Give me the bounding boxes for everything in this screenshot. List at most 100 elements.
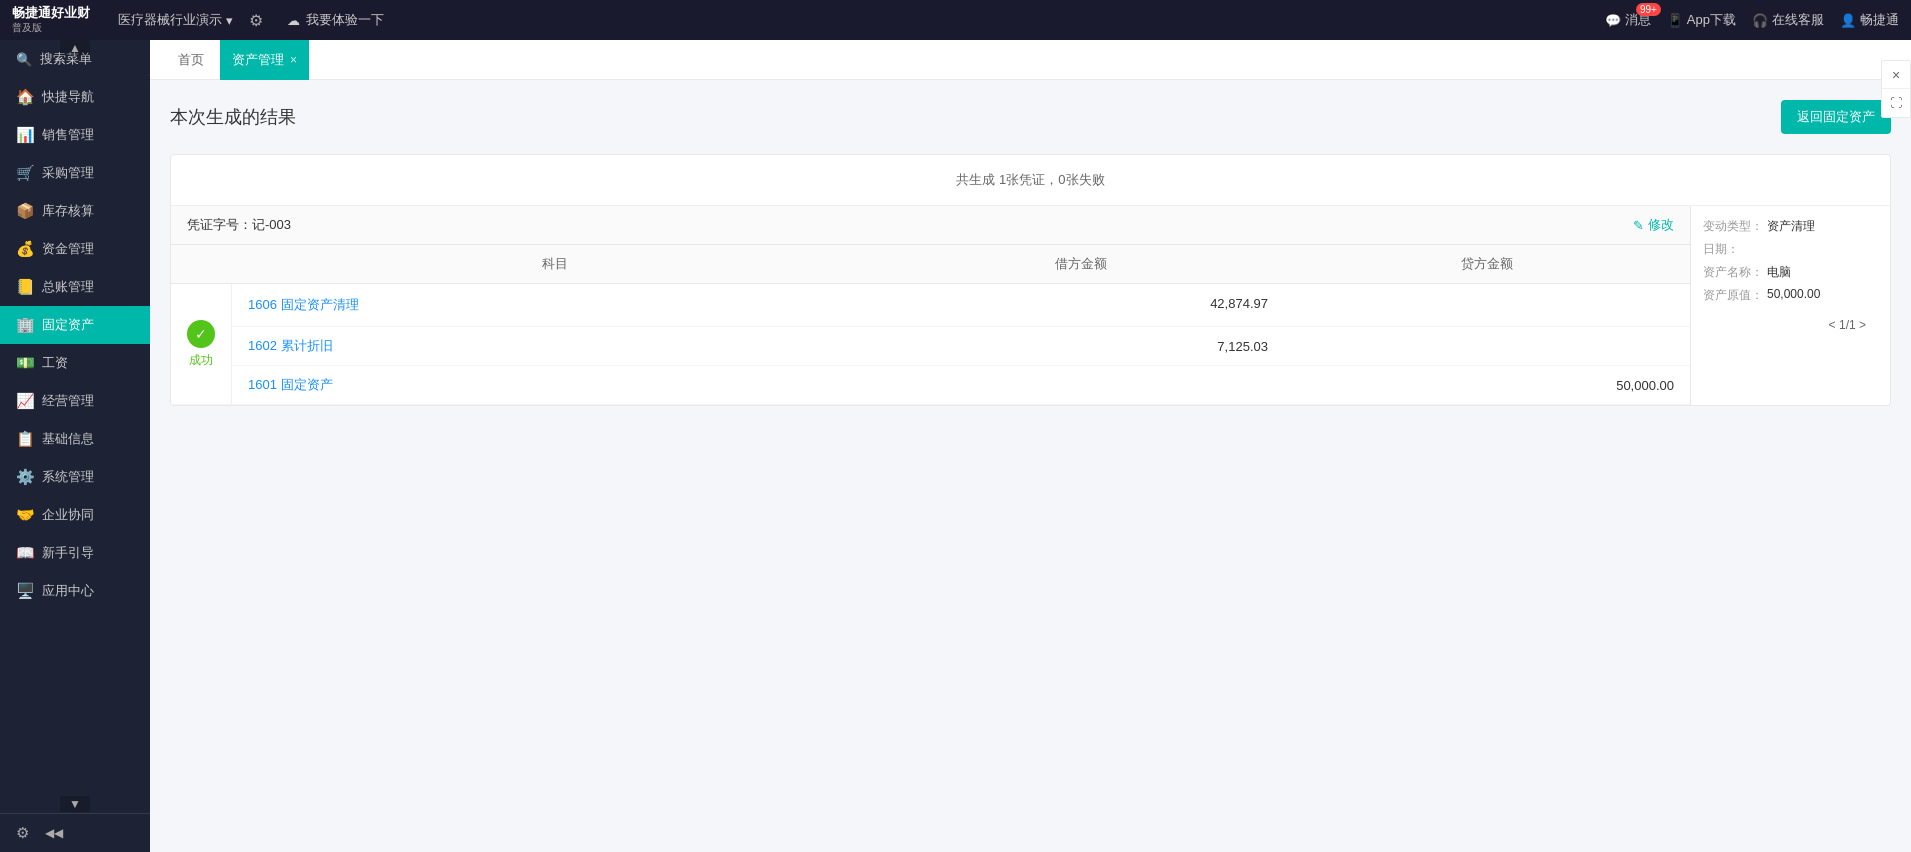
ledger-icon: 📒	[16, 278, 34, 296]
message-icon: 💬	[1605, 13, 1621, 28]
sidebar-item-inventory[interactable]: 📦 库存核算	[0, 192, 150, 230]
next-page-btn[interactable]: >	[1859, 318, 1866, 332]
close-panel-btn[interactable]: ×	[1882, 61, 1910, 89]
enterprise-icon: 🤝	[16, 506, 34, 524]
sidebar-item-purchase[interactable]: 🛒 采购管理	[0, 154, 150, 192]
account-cell-0: 1606 固定资产清理	[232, 284, 878, 327]
logo-text: 畅捷通好业财	[12, 5, 90, 21]
header-right: 💬 消息 99+ 📱 App下载 🎧 在线客服 👤 畅捷通	[1605, 11, 1899, 29]
voucher-table: 科目 借方金额 贷方金额	[171, 245, 1690, 405]
change-type-row: 变动类型： 资产清理	[1703, 218, 1878, 235]
top-header: 畅捷通好业财 普及版 医疗器械行业演示 ▾ ⚙ ☁ 我要体验一下 💬 消息 99…	[0, 0, 1911, 40]
company-selector[interactable]: 医疗器械行业演示 ▾	[118, 11, 233, 29]
scroll-up-btn[interactable]: ▲	[60, 40, 90, 56]
sidebar-label-appstore: 应用中心	[42, 582, 94, 600]
sidebar-label-quicknav: 快捷导航	[42, 88, 94, 106]
sidebar-label-inventory: 库存核算	[42, 202, 94, 220]
change-type-label: 变动类型：	[1703, 218, 1763, 235]
col-status	[171, 245, 232, 284]
tab-home-label: 首页	[178, 51, 204, 69]
sidebar-item-salary[interactable]: 💵 工资	[0, 344, 150, 382]
sidebar-item-guide[interactable]: 📖 新手引导	[0, 534, 150, 572]
sidebar-collapse-btn[interactable]: ◀◀	[45, 826, 63, 840]
sidebar-label-system: 系统管理	[42, 468, 94, 486]
tab-home[interactable]: 首页	[166, 40, 216, 80]
sidebar-item-basic[interactable]: 📋 基础信息	[0, 420, 150, 458]
page-title: 本次生成的结果	[170, 105, 296, 129]
logo: 畅捷通好业财 普及版	[12, 5, 90, 35]
sidebar-item-sales[interactable]: 📊 销售管理	[0, 116, 150, 154]
credit-cell-2: 50,000.00	[1284, 366, 1690, 405]
app-download-btn[interactable]: 📱 App下载	[1667, 11, 1736, 29]
sidebar-bottom: ⚙ ◀◀	[0, 813, 150, 852]
appstore-icon: 🖥️	[16, 582, 34, 600]
sidebar-item-enterprise[interactable]: 🤝 企业协同	[0, 496, 150, 534]
edit-button[interactable]: ✎ 修改	[1633, 216, 1674, 234]
system-icon: ⚙️	[16, 468, 34, 486]
home-icon: 🏠	[16, 88, 34, 106]
original-value-row: 资产原值： 50,000.00	[1703, 287, 1878, 304]
sidebar: ▲ 🔍 搜索菜单 🏠 快捷导航 📊 销售管理 🛒 采购管理 📦 库存核算 💰 资…	[0, 40, 150, 852]
sidebar-item-appstore[interactable]: 🖥️ 应用中心	[0, 572, 150, 610]
original-value-value: 50,000.00	[1767, 287, 1820, 304]
sidebar-item-operations[interactable]: 📈 经营管理	[0, 382, 150, 420]
main-layout: ▲ 🔍 搜索菜单 🏠 快捷导航 📊 销售管理 🛒 采购管理 📦 库存核算 💰 资…	[0, 40, 1911, 852]
purchase-icon: 🛒	[16, 164, 34, 182]
return-fixed-asset-button[interactable]: 返回固定资产	[1781, 100, 1891, 134]
message-btn[interactable]: 💬 消息 99+	[1605, 11, 1651, 29]
account-cell-2: 1601 固定资产	[232, 366, 878, 405]
app-download-label: App下载	[1687, 11, 1736, 29]
company-name: 医疗器械行业演示	[118, 11, 222, 29]
table-row-2: 1601 固定资产 50,000.00	[171, 366, 1690, 405]
success-icon: ✓	[187, 320, 215, 348]
tab-asset-label: 资产管理	[232, 51, 284, 69]
headset-icon: 🎧	[1752, 13, 1768, 28]
original-value-label: 资产原值：	[1703, 287, 1763, 304]
sidebar-settings-icon[interactable]: ⚙	[16, 824, 29, 842]
sidebar-item-quicknav[interactable]: 🏠 快捷导航	[0, 78, 150, 116]
experience-btn[interactable]: ☁ 我要体验一下	[287, 11, 384, 29]
message-badge: 99+	[1636, 3, 1661, 16]
voucher-number: 凭证字号：记-003	[187, 216, 291, 234]
success-label: 成功	[187, 352, 215, 369]
settings-icon[interactable]: ⚙	[249, 11, 263, 30]
user-label: 畅捷通	[1860, 11, 1899, 29]
pagination[interactable]: < 1/1 >	[1703, 310, 1878, 340]
sidebar-label-purchase: 采购管理	[42, 164, 94, 182]
sidebar-item-system[interactable]: ⚙️ 系统管理	[0, 458, 150, 496]
content-area: 首页 资产管理 × 本次生成的结果 返回固定资产 共生成 1张凭证，0张失败	[150, 40, 1911, 852]
panel-controls: × ⛶	[1881, 60, 1911, 118]
credit-cell-1	[1284, 327, 1690, 366]
sidebar-label-operations: 经营管理	[42, 392, 94, 410]
sidebar-item-fixed[interactable]: 🏢 固定资产	[0, 306, 150, 344]
table-row-1: 1602 累计折旧 7,125.03	[171, 327, 1690, 366]
user-btn[interactable]: 👤 畅捷通	[1840, 11, 1899, 29]
expand-panel-btn[interactable]: ⛶	[1882, 89, 1910, 117]
col-subject: 科目	[232, 245, 878, 284]
tab-close-btn[interactable]: ×	[290, 53, 297, 67]
credit-cell-0	[1284, 284, 1690, 327]
funds-icon: 💰	[16, 240, 34, 258]
prev-page-btn[interactable]: <	[1829, 318, 1836, 332]
asset-name-row: 资产名称： 电脑	[1703, 264, 1878, 281]
table-row-0: ✓ 成功 1606 固定资产清理 42,874.97	[171, 284, 1690, 327]
voucher-header-row: 凭证字号：记-003 ✎ 修改	[171, 206, 1690, 245]
sidebar-label-ledger: 总账管理	[42, 278, 94, 296]
operations-icon: 📈	[16, 392, 34, 410]
sidebar-item-funds[interactable]: 💰 资金管理	[0, 230, 150, 268]
fixed-icon: 🏢	[16, 316, 34, 334]
page-title-row: 本次生成的结果 返回固定资产	[170, 100, 1891, 134]
page-content: 本次生成的结果 返回固定资产 共生成 1张凭证，0张失败 凭证字号：记-003 …	[150, 80, 1911, 852]
cloud-icon: ☁	[287, 13, 300, 28]
online-service-btn[interactable]: 🎧 在线客服	[1752, 11, 1824, 29]
basic-icon: 📋	[16, 430, 34, 448]
sidebar-item-ledger[interactable]: 📒 总账管理	[0, 268, 150, 306]
sidebar-label-funds: 资金管理	[42, 240, 94, 258]
page-indicator: 1/1	[1839, 318, 1859, 332]
date-row: 日期：	[1703, 241, 1878, 258]
mobile-icon: 📱	[1667, 13, 1683, 28]
tab-asset-management[interactable]: 资产管理 ×	[220, 40, 309, 80]
asset-name-label: 资产名称：	[1703, 264, 1763, 281]
summary-text: 共生成 1张凭证，0张失败	[956, 172, 1104, 187]
scroll-down-btn[interactable]: ▼	[60, 796, 90, 812]
